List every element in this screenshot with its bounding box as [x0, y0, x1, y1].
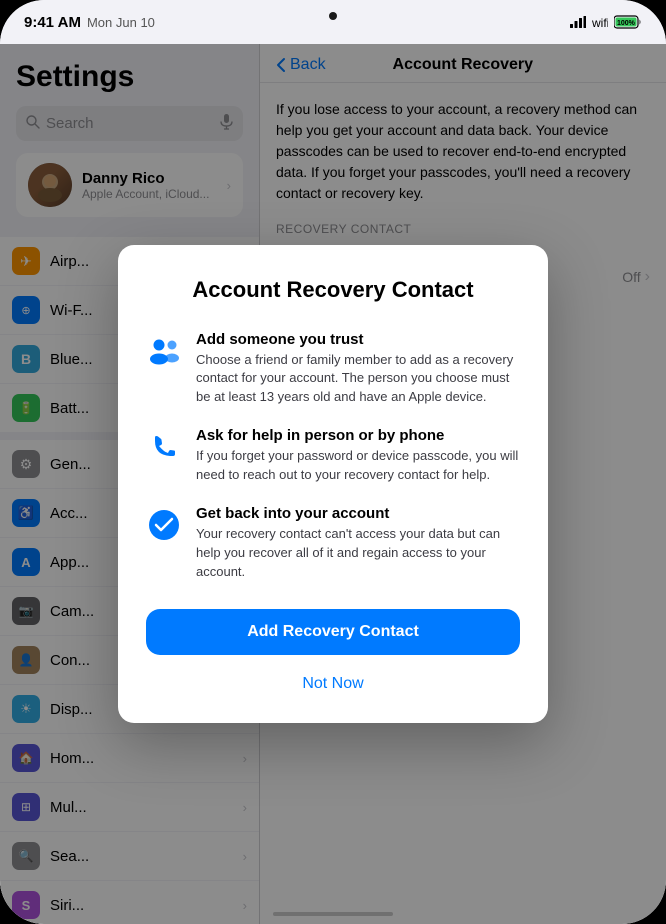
account-recovery-modal: Account Recovery Contact — [118, 245, 548, 724]
front-camera-dot — [329, 12, 337, 20]
status-bar: 9:41 AM Mon Jun 10 wifi 100% — [0, 0, 666, 44]
feature-desc-help: If you forget your password or device pa… — [196, 447, 520, 485]
svg-text:wifi: wifi — [592, 16, 608, 28]
device-frame: 9:41 AM Mon Jun 10 wifi 100% — [0, 0, 666, 924]
feature-desc-access: Your recovery contact can't access your … — [196, 525, 520, 582]
feature-heading-access: Get back into your account — [196, 505, 520, 522]
status-time: 9:41 AM — [24, 14, 81, 31]
feature-heading-trust: Add someone you trust — [196, 331, 520, 348]
feature-heading-help: Ask for help in person or by phone — [196, 427, 520, 444]
checkmark-circle-icon — [146, 507, 182, 543]
status-date: Mon Jun 10 — [87, 15, 155, 30]
svg-text:100%: 100% — [617, 20, 636, 27]
feature-text-access: Get back into your account Your recovery… — [196, 505, 520, 582]
feature-item-help: Ask for help in person or by phone If yo… — [146, 427, 520, 485]
feature-list: Add someone you trust Choose a friend or… — [146, 331, 520, 582]
split-layout: Settings Search — [0, 44, 666, 924]
feature-text-trust: Add someone you trust Choose a friend or… — [196, 331, 520, 408]
battery-status-icon: 100% — [614, 15, 642, 29]
people-icon — [146, 333, 182, 369]
add-recovery-contact-button[interactable]: Add Recovery Contact — [146, 609, 520, 655]
feature-item-trust: Add someone you trust Choose a friend or… — [146, 331, 520, 408]
wifi-icon: wifi — [592, 16, 608, 28]
signal-icon — [570, 16, 586, 28]
modal-overlay: Account Recovery Contact — [0, 44, 666, 924]
feature-desc-trust: Choose a friend or family member to add … — [196, 351, 520, 408]
modal-title: Account Recovery Contact — [146, 277, 520, 303]
feature-text-help: Ask for help in person or by phone If yo… — [196, 427, 520, 485]
phone-icon — [146, 429, 182, 465]
home-indicator — [273, 912, 393, 916]
feature-item-access: Get back into your account Your recovery… — [146, 505, 520, 582]
not-now-button[interactable]: Not Now — [146, 669, 520, 699]
status-right-icons: wifi 100% — [570, 15, 642, 29]
